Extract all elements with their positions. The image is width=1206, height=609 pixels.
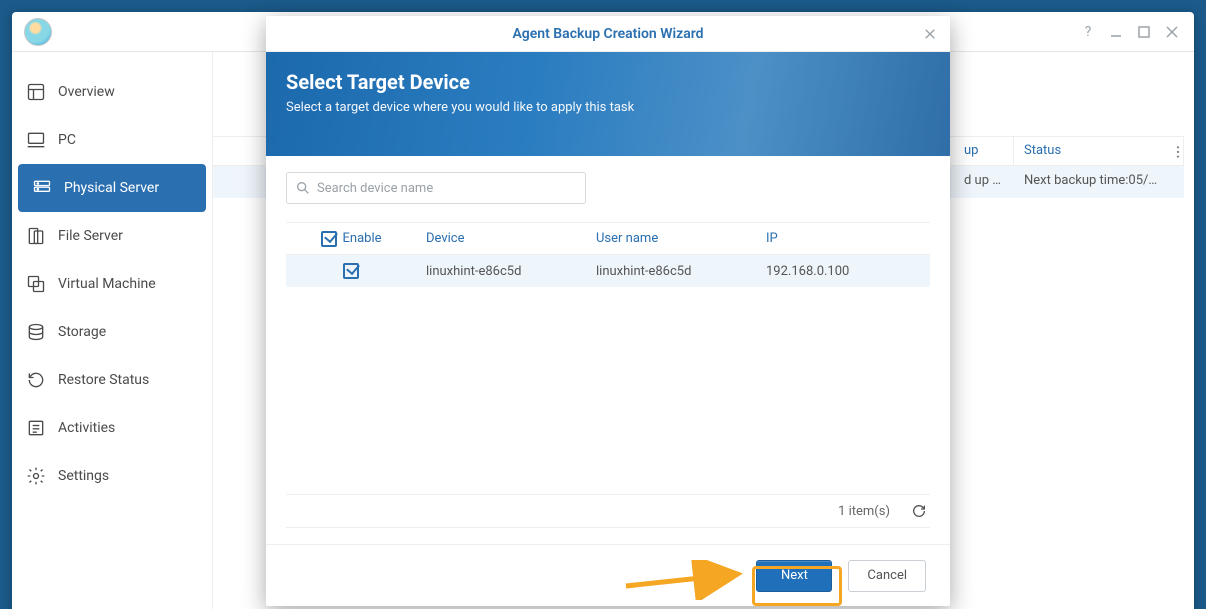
bg-cell-up: d up … [954,166,1014,198]
help-button[interactable]: ? [1074,18,1102,46]
sidebar-item-settings[interactable]: Settings [12,452,212,500]
pc-icon [26,130,46,150]
sidebar-item-activities[interactable]: Activities [12,404,212,452]
sidebar-item-pc[interactable]: PC [12,116,212,164]
row-ip: 192.168.0.100 [756,255,930,287]
sidebar-item-label: PC [58,132,76,148]
device-row[interactable]: linuxhint-e86c5d linuxhint-e86c5d 192.16… [286,255,930,287]
table-more-icon[interactable] [1166,140,1190,164]
device-search-input[interactable] [317,181,577,196]
col-user[interactable]: User name [586,223,756,254]
row-device: linuxhint-e86c5d [416,255,586,287]
sidebar-item-label: Restore Status [58,372,149,388]
sidebar-item-label: Activities [58,420,115,436]
sidebar-item-label: File Server [58,228,123,244]
bg-col-up[interactable]: up [954,137,1014,165]
refresh-button[interactable] [908,500,930,522]
sidebar-item-overview[interactable]: Overview [12,68,212,116]
minimize-button[interactable] [1102,18,1130,46]
fileserver-icon [26,226,46,246]
settings-icon [26,466,46,486]
col-enable[interactable]: Enable [286,223,416,254]
col-ip[interactable]: IP [756,223,930,254]
search-icon [295,180,311,196]
modal-title: Agent Backup Creation Wizard [512,26,703,42]
row-user: linuxhint-e86c5d [586,255,756,287]
sidebar-item-label: Physical Server [64,180,159,196]
sidebar-item-label: Storage [58,324,106,340]
modal-close-button[interactable] [918,22,942,46]
device-table-header: Enable Device User name IP [286,223,930,255]
modal-banner: Select Target Device Select a target dev… [266,52,950,156]
next-button[interactable]: Next [756,560,832,592]
item-count: 1 item(s) [838,504,890,519]
sidebar-item-virtual-machine[interactable]: Virtual Machine [12,260,212,308]
restore-icon [26,370,46,390]
modal-footer: Next Cancel [266,544,950,606]
col-device[interactable]: Device [416,223,586,254]
sidebar-item-label: Virtual Machine [58,276,156,292]
server-icon [32,178,52,198]
modal-status-bar: 1 item(s) [286,494,930,528]
overview-icon [26,82,46,102]
app-logo-icon [24,18,52,46]
sidebar-item-label: Settings [58,468,109,484]
banner-heading: Select Target Device [286,70,930,94]
bg-col-status[interactable]: Status [1014,137,1184,165]
cancel-button[interactable]: Cancel [848,560,926,592]
sidebar-item-physical-server[interactable]: Physical Server [18,164,206,212]
bg-cell-status: Next backup time:05/… [1014,166,1184,198]
storage-icon [26,322,46,342]
sidebar-item-storage[interactable]: Storage [12,308,212,356]
activities-icon [26,418,46,438]
maximize-button[interactable] [1130,18,1158,46]
sidebar-item-restore-status[interactable]: Restore Status [12,356,212,404]
vm-icon [26,274,46,294]
sidebar-item-label: Overview [58,84,115,100]
device-search-box[interactable] [286,172,586,204]
row-enable-checkbox[interactable] [343,263,359,279]
sidebar-item-file-server[interactable]: File Server [12,212,212,260]
enable-all-checkbox[interactable] [321,231,337,247]
sidebar: Overview PC Physical Server File Server … [12,52,212,609]
banner-subtitle: Select a target device where you would l… [286,100,930,115]
agent-backup-wizard-modal: Agent Backup Creation Wizard Select Targ… [266,16,950,606]
device-table: Enable Device User name IP linuxhint-e86… [286,222,930,287]
close-button[interactable] [1158,18,1186,46]
modal-titlebar: Agent Backup Creation Wizard [266,16,950,52]
